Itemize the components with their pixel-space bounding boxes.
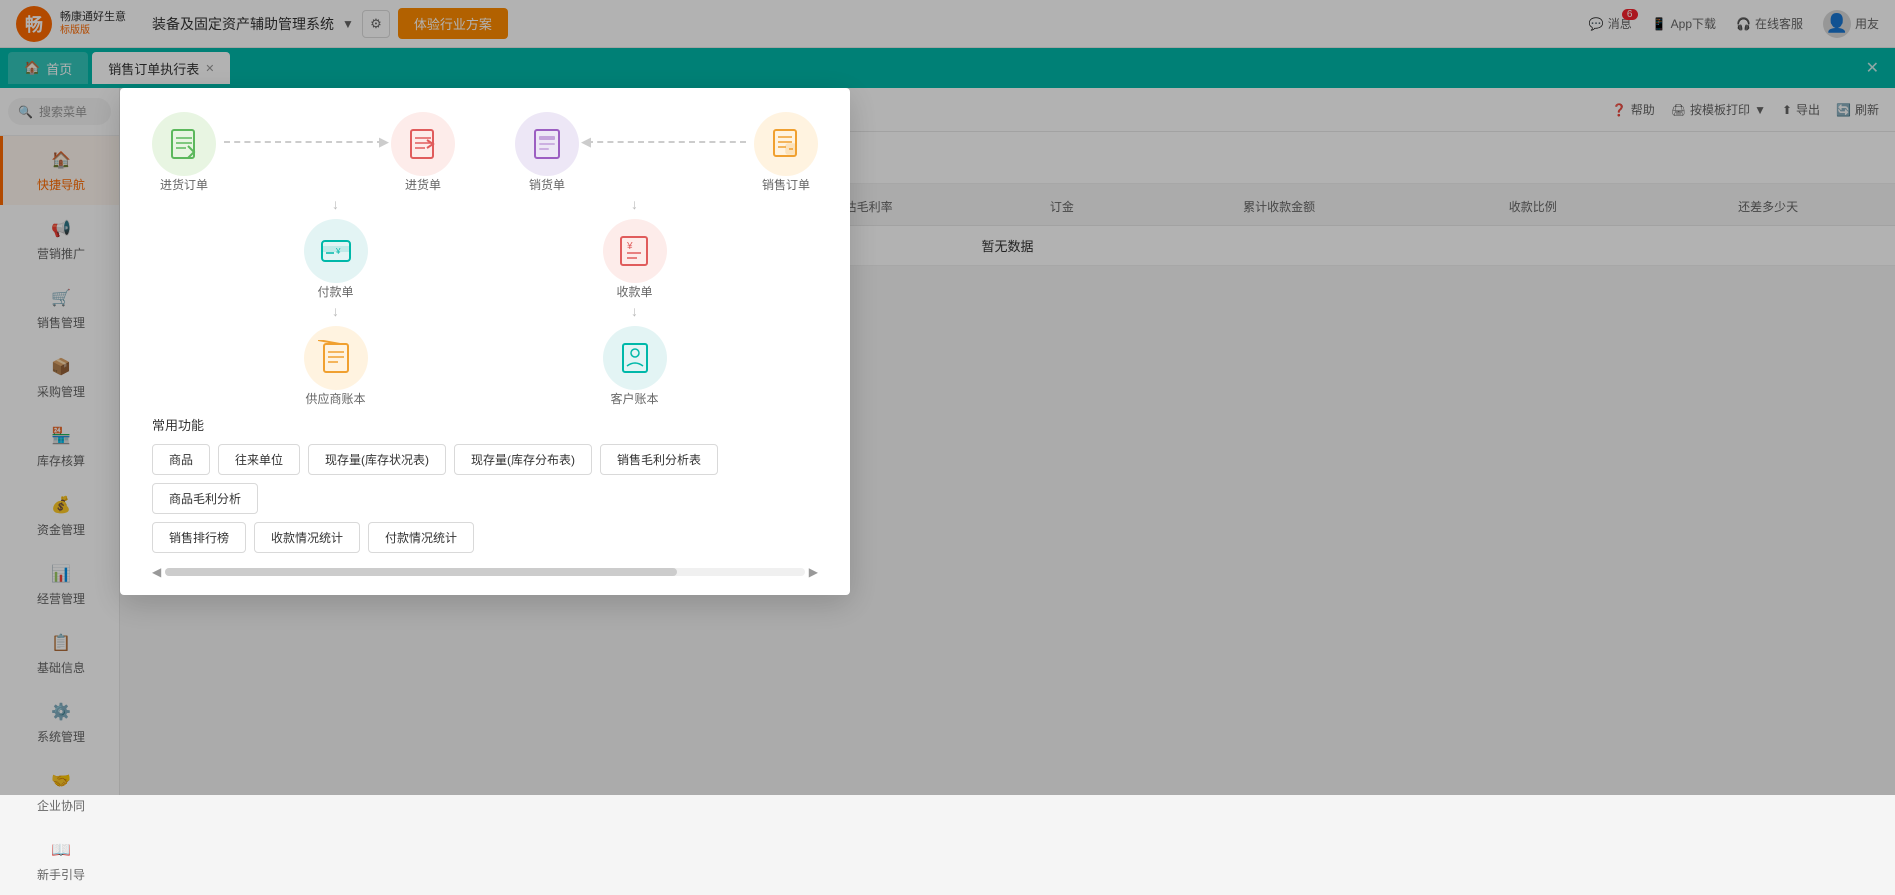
scroll-left-btn[interactable]: ◀ [152, 565, 161, 579]
common-funcs-title: 常用功能 [152, 415, 818, 434]
modal-overlay[interactable]: 进货订单 ▶ 进货单 [0, 0, 1895, 795]
down-arrow-payment-icon: ↓ [332, 304, 339, 318]
customer-account-circle[interactable] [603, 326, 667, 390]
sales-bill-icon [529, 126, 565, 162]
payment-bill-icon: ¥ [318, 233, 354, 269]
flow-col-purchase-order: 进货订单 [152, 112, 216, 193]
receipt-bill-circle[interactable]: ¥ [603, 219, 667, 283]
arrow-down-purchase: ↓ ¥ 付款单 ↓ [216, 193, 455, 407]
flow-row-2: ↓ ¥ 付款单 ↓ [152, 193, 818, 407]
func-buttons-row-2: 销售排行榜 收款情况统计 付款情况统计 [152, 522, 818, 553]
svg-text:¥: ¥ [626, 241, 633, 252]
flow-col-purchase-bill: 进货单 [391, 112, 455, 193]
scroll-thumb [165, 568, 677, 576]
modal-scrollbar: ◀ ▶ [152, 565, 818, 579]
arrow-down-sales: ↓ ¥ 收款单 ↓ [515, 193, 754, 407]
func-btn-counterparty[interactable]: 往来单位 [218, 444, 300, 475]
purchase-order-icon [166, 126, 202, 162]
customer-account-icon [617, 340, 653, 376]
purchase-bill-circle[interactable] [391, 112, 455, 176]
arrow-sales-order-to-bill: ◀ [579, 141, 754, 143]
scroll-track[interactable] [165, 568, 805, 576]
flow-col-sales-bill: 销货单 [515, 112, 579, 193]
svg-text:¥: ¥ [335, 247, 341, 256]
purchase-bill-icon [405, 126, 441, 162]
supplier-account-circle[interactable] [304, 326, 368, 390]
down-arrow-purchase-icon: ↓ [332, 197, 339, 211]
flow-col-sales-order: 销售订单 [754, 112, 818, 193]
modal-box: 进货订单 ▶ 进货单 [120, 88, 850, 595]
common-funcs: 常用功能 商品 往来单位 现存量(库存状况表) 现存量(库存分布表) 销售毛利分… [152, 415, 818, 553]
down-arrow-sales-icon: ↓ [631, 197, 638, 211]
sales-order-icon [768, 126, 804, 162]
receipt-bill-icon: ¥ [617, 233, 653, 269]
func-btn-product-margin[interactable]: 商品毛利分析 [152, 483, 258, 514]
func-btn-inventory-status[interactable]: 现存量(库存状况表) [308, 444, 446, 475]
func-btn-sales-rank[interactable]: 销售排行榜 [152, 522, 246, 553]
scroll-right-btn[interactable]: ▶ [809, 565, 818, 579]
func-btn-receipt-stats[interactable]: 收款情况统计 [254, 522, 360, 553]
payment-bill-circle[interactable]: ¥ [304, 219, 368, 283]
arrow-purchase-to-bill: ▶ [216, 141, 391, 143]
sales-order-circle[interactable] [754, 112, 818, 176]
sidebar-item-guide[interactable]: 📖 新手引导 [0, 826, 119, 895]
sales-bill-circle[interactable] [515, 112, 579, 176]
func-btn-inventory-dist[interactable]: 现存量(库存分布表) [454, 444, 592, 475]
supplier-account-icon [318, 340, 354, 376]
func-buttons-row-1: 商品 往来单位 现存量(库存状况表) 现存量(库存分布表) 销售毛利分析表 商品… [152, 444, 818, 514]
flow-row-1: 进货订单 ▶ 进货单 [152, 112, 818, 193]
purchase-order-circle[interactable] [152, 112, 216, 176]
guide-icon: 📖 [49, 838, 73, 862]
func-btn-product[interactable]: 商品 [152, 444, 210, 475]
func-btn-sales-margin[interactable]: 销售毛利分析表 [600, 444, 718, 475]
down-arrow-receipt-icon: ↓ [631, 304, 638, 318]
func-btn-payment-stats[interactable]: 付款情况统计 [368, 522, 474, 553]
